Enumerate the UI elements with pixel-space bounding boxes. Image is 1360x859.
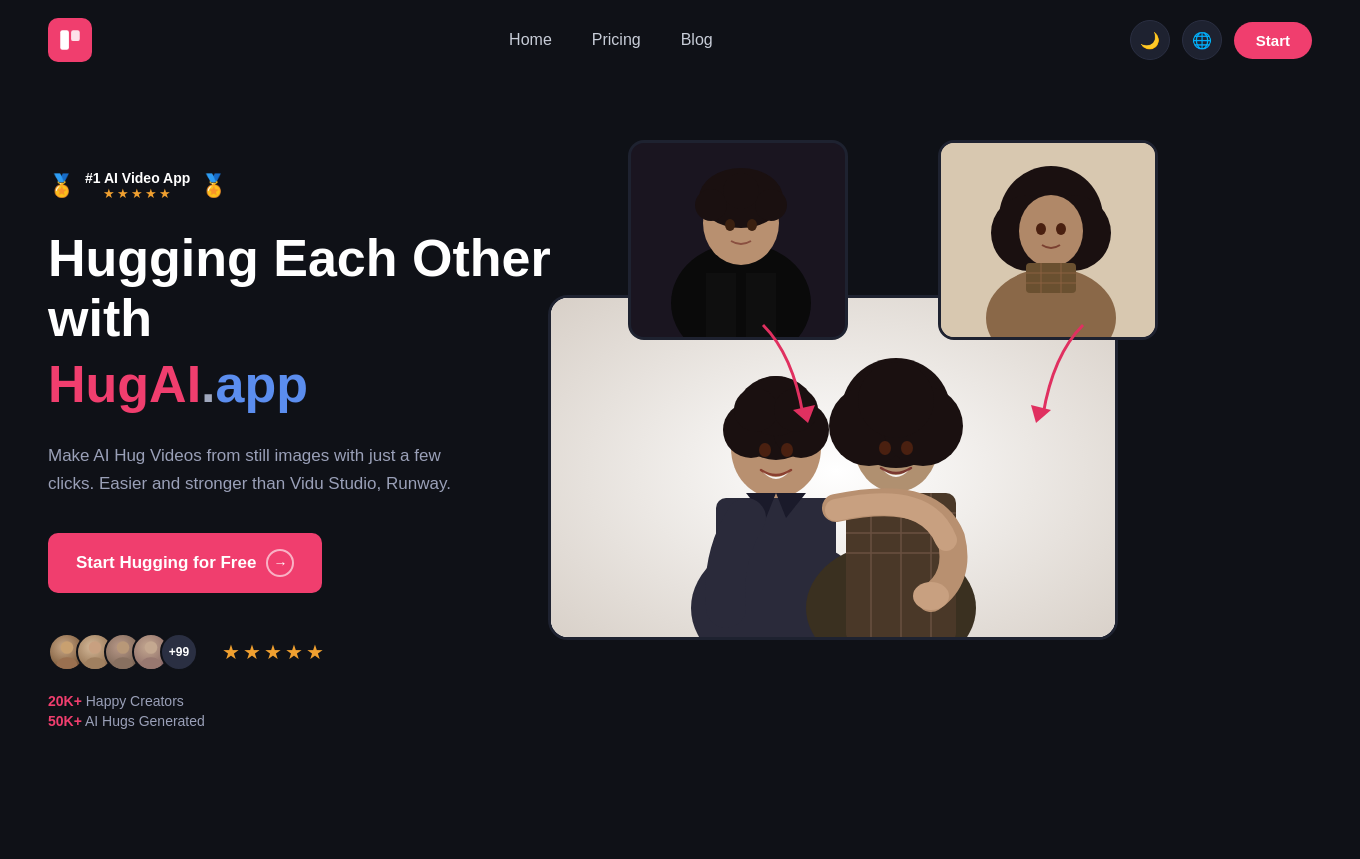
- star-5: ★: [306, 640, 324, 664]
- stat-creators: 20K+ Happy Creators: [48, 693, 568, 709]
- stat-creators-label: Happy Creators: [86, 693, 184, 709]
- avatars: +99: [48, 633, 188, 671]
- logo[interactable]: [48, 18, 92, 62]
- star-rating: ★ ★ ★ ★ ★: [222, 640, 324, 664]
- star-1: ★: [222, 640, 240, 664]
- cta-arrow-icon: →: [266, 549, 294, 577]
- svg-point-48: [781, 443, 793, 457]
- hero-left: 🏅 #1 AI Video App ★★★★★ 🏅 Hugging Each O…: [48, 140, 568, 729]
- accent-blue-text: app: [216, 355, 308, 413]
- svg-point-14: [695, 189, 727, 221]
- svg-point-62: [879, 441, 891, 455]
- hero-description: Make AI Hug Videos from still images wit…: [48, 442, 488, 496]
- svg-rect-17: [706, 273, 736, 340]
- laurel-left-icon: 🏅: [48, 173, 75, 199]
- star-3: ★: [264, 640, 282, 664]
- social-proof: +99 ★ ★ ★ ★ ★: [48, 633, 568, 671]
- stat-hugs-num: 50K+: [48, 713, 82, 729]
- image-person-black-jacket: [628, 140, 848, 340]
- badge-text: #1 AI Video App ★★★★★: [85, 170, 190, 201]
- stat-hugs-label: AI Hugs Generated: [85, 713, 205, 729]
- svg-point-7: [112, 657, 133, 671]
- moon-icon: 🌙: [1140, 31, 1160, 50]
- badge-rank: #1 AI Video App: [85, 170, 190, 186]
- stats: 20K+ Happy Creators 50K+ AI Hugs Generat…: [48, 693, 568, 729]
- svg-point-15: [755, 189, 787, 221]
- arrow-left: [743, 315, 823, 435]
- svg-marker-34: [793, 405, 815, 423]
- language-toggle[interactable]: 🌐: [1182, 20, 1222, 60]
- svg-point-6: [117, 641, 130, 654]
- svg-point-26: [1019, 195, 1083, 267]
- nav-home[interactable]: Home: [509, 31, 552, 49]
- svg-point-63: [901, 441, 913, 455]
- svg-point-2: [61, 641, 74, 654]
- svg-marker-35: [1031, 405, 1051, 423]
- svg-point-47: [759, 443, 771, 457]
- stat-creators-num: 20K+: [48, 693, 82, 709]
- svg-point-8: [145, 641, 158, 654]
- svg-rect-0: [60, 30, 69, 50]
- hero-heading-accent: HugAI.app: [48, 355, 568, 415]
- hero-heading-line1: Hugging Each Other with: [48, 229, 568, 349]
- image-person-afro: [938, 140, 1158, 340]
- svg-point-64: [913, 582, 949, 610]
- arrow-right: [1023, 315, 1103, 435]
- badge: 🏅 #1 AI Video App ★★★★★ 🏅: [48, 170, 568, 201]
- svg-point-28: [1056, 223, 1066, 235]
- badge-stars: ★★★★★: [103, 186, 173, 201]
- svg-rect-1: [71, 30, 80, 41]
- svg-point-5: [84, 657, 105, 671]
- header-actions: 🌙 🌐 Start: [1130, 20, 1312, 60]
- svg-point-16: [723, 173, 759, 209]
- svg-point-27: [1036, 223, 1046, 235]
- svg-point-3: [56, 657, 77, 671]
- svg-point-61: [858, 362, 934, 438]
- svg-point-9: [140, 657, 161, 671]
- nav-blog[interactable]: Blog: [681, 31, 713, 49]
- svg-point-20: [747, 219, 757, 231]
- star-4: ★: [285, 640, 303, 664]
- svg-point-4: [89, 641, 102, 654]
- logo-icon: [48, 18, 92, 62]
- accent-dot-text: .: [201, 355, 215, 413]
- globe-icon: 🌐: [1192, 31, 1212, 50]
- nav: Home Pricing Blog: [509, 31, 713, 49]
- start-button[interactable]: Start: [1234, 22, 1312, 59]
- nav-pricing[interactable]: Pricing: [592, 31, 641, 49]
- svg-point-19: [725, 219, 735, 231]
- dark-mode-toggle[interactable]: 🌙: [1130, 20, 1170, 60]
- hero-section: 🏅 #1 AI Video App ★★★★★ 🏅 Hugging Each O…: [0, 80, 1360, 740]
- star-2: ★: [243, 640, 261, 664]
- cta-label: Start Hugging for Free: [76, 553, 256, 573]
- svg-rect-29: [1026, 263, 1076, 293]
- laurel-right-icon: 🏅: [200, 173, 227, 199]
- hero-right: [548, 140, 1312, 740]
- accent-red-text: HugAI: [48, 355, 201, 413]
- cta-button[interactable]: Start Hugging for Free →: [48, 533, 322, 593]
- avatar-count: +99: [160, 633, 198, 671]
- stat-hugs: 50K+ AI Hugs Generated: [48, 713, 568, 729]
